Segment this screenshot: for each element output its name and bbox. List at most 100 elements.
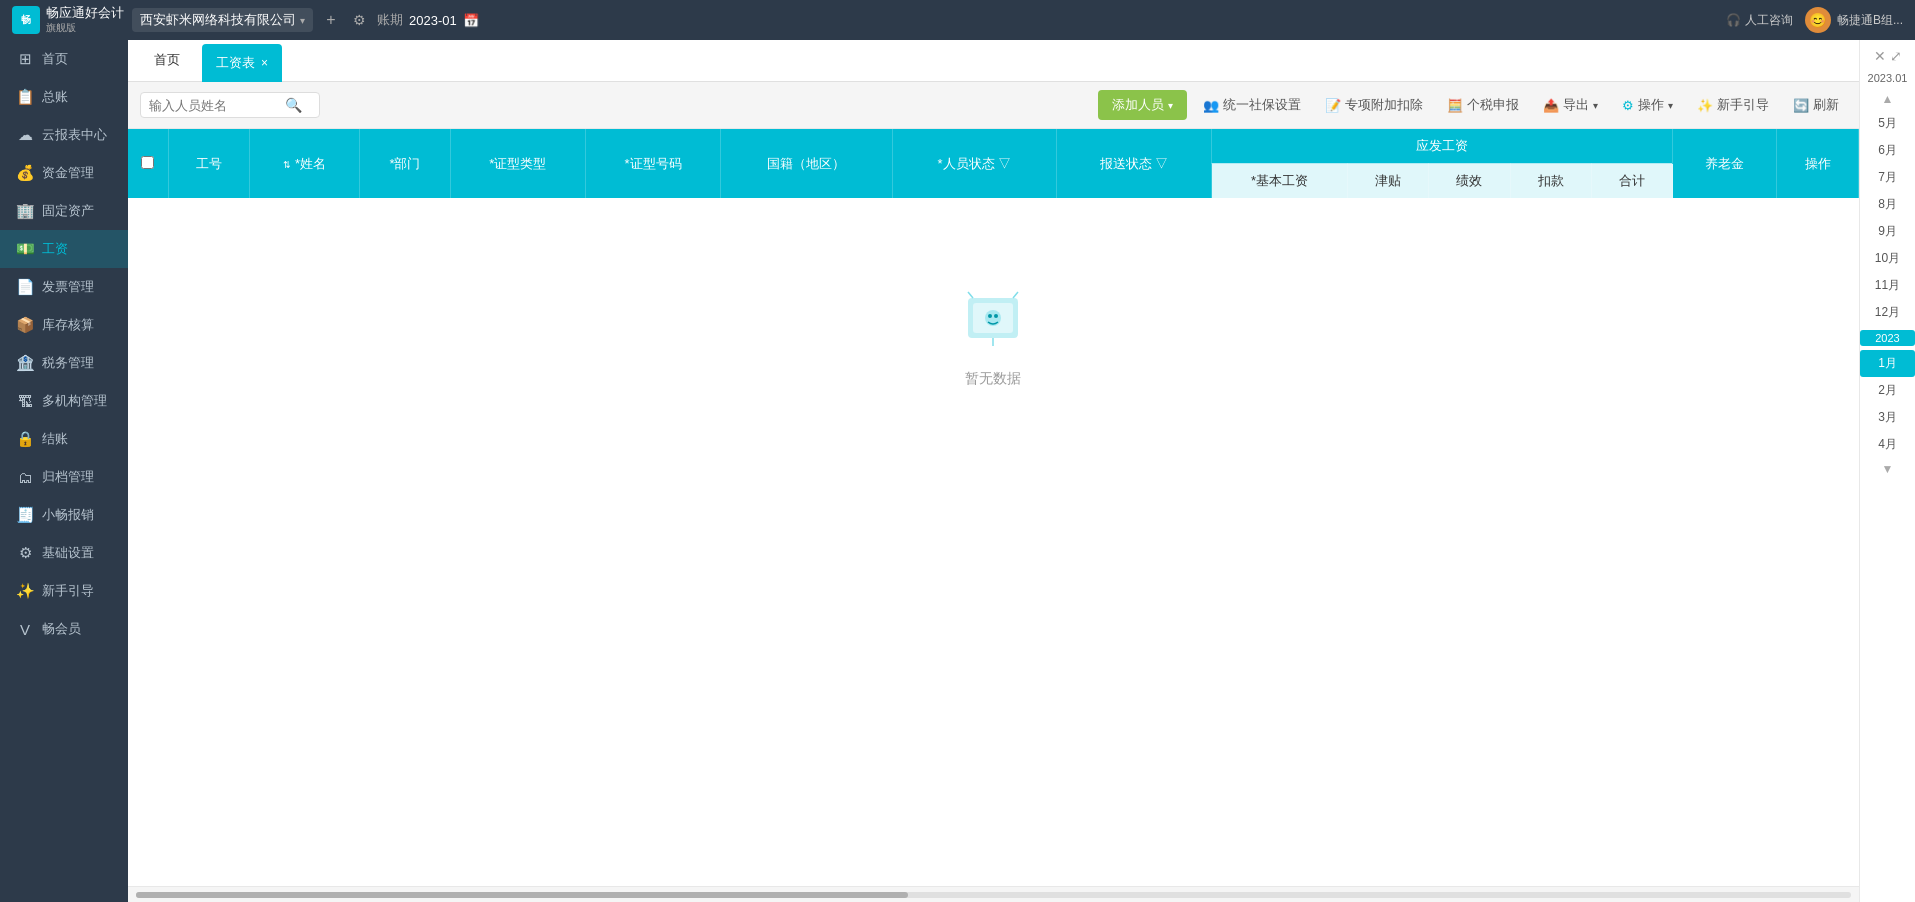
period-month-5[interactable]: 5月	[1860, 110, 1915, 137]
service-label: 人工咨询	[1745, 12, 1793, 29]
inventory-icon: 📦	[16, 316, 34, 334]
tab-salary[interactable]: 工资表 ×	[202, 44, 282, 82]
sidebar-item-salary[interactable]: 💵 工资	[0, 230, 128, 268]
tab-home[interactable]: 首页	[140, 40, 194, 82]
sidebar-label-basic-settings: 基础设置	[42, 544, 94, 562]
filter-icon[interactable]: ▽	[998, 156, 1011, 171]
tax-icon: 🏦	[16, 354, 34, 372]
refresh-button[interactable]: 🔄 刷新	[1785, 91, 1847, 119]
user-area[interactable]: 😊 畅捷通B组...	[1805, 7, 1903, 33]
expense-icon: 🧾	[16, 506, 34, 524]
export-button[interactable]: 📤 导出 ▾	[1535, 91, 1606, 119]
sidebar-label-inventory: 库存核算	[42, 316, 94, 334]
th-name: ⇅ *姓名	[249, 129, 359, 198]
sidebar-item-ledger[interactable]: 📋 总账	[0, 78, 128, 116]
period-scroll-down[interactable]: ▼	[1860, 458, 1915, 480]
sidebar-item-member[interactable]: V 畅会员	[0, 610, 128, 648]
guide-button[interactable]: ✨ 新手引导	[1689, 91, 1777, 119]
th-checkbox[interactable]	[128, 129, 168, 198]
tab-close-button[interactable]: ×	[261, 56, 268, 70]
period-month-2023-1[interactable]: 1月	[1860, 350, 1915, 377]
tab-bar: 首页 工资表 ×	[128, 40, 1859, 82]
period-month-10[interactable]: 10月	[1860, 245, 1915, 272]
home-icon: ⊞	[16, 50, 34, 68]
multi-org-icon: 🏗	[16, 393, 34, 410]
period-month-2023-4[interactable]: 4月	[1860, 431, 1915, 458]
th-deduction: 扣款	[1510, 164, 1591, 199]
period-month-12[interactable]: 12月	[1860, 299, 1915, 326]
refresh-icon: 🔄	[1793, 98, 1809, 113]
panel-expand-button[interactable]: ⤢	[1890, 48, 1902, 64]
period-month-9[interactable]: 9月	[1860, 218, 1915, 245]
search-wrapper: 🔍	[140, 92, 320, 118]
refresh-label: 刷新	[1813, 96, 1839, 114]
add-company-button[interactable]: +	[321, 10, 341, 30]
sidebar-label-salary: 工资	[42, 240, 68, 258]
header-left: 畅 畅应通好会计 旗舰版 西安虾米网络科技有限公司 ▾ + ⚙ 账期 2023-…	[12, 5, 479, 35]
period-month-8[interactable]: 8月	[1860, 191, 1915, 218]
sidebar-item-multi-org[interactable]: 🏗 多机构管理	[0, 382, 128, 420]
add-person-chevron-icon: ▾	[1168, 100, 1173, 111]
guide-label: 新手引导	[1717, 96, 1769, 114]
sidebar-label-tax: 税务管理	[42, 354, 94, 372]
header-right: 🎧 人工咨询 😊 畅捷通B组...	[1726, 7, 1903, 33]
operations-chevron-icon: ▾	[1668, 100, 1673, 111]
user-name: 畅捷通B组...	[1837, 12, 1903, 29]
operations-icon: ⚙	[1622, 98, 1634, 113]
sidebar-item-fixed-assets[interactable]: 🏢 固定资产	[0, 192, 128, 230]
sidebar-label-fixed-assets: 固定资产	[42, 202, 94, 220]
sidebar-item-cloud-reports[interactable]: ☁ 云报表中心	[0, 116, 128, 154]
social-setting-icon: 👥	[1203, 98, 1219, 113]
sidebar-item-archive[interactable]: 🗂 归档管理	[0, 458, 128, 496]
table-body: 暂无数据	[128, 198, 1859, 468]
period-month-11[interactable]: 11月	[1860, 272, 1915, 299]
period-month-2023-2[interactable]: 2月	[1860, 377, 1915, 404]
basic-settings-icon: ⚙	[16, 544, 34, 562]
svg-line-5	[968, 292, 973, 298]
th-employee-no: 工号	[168, 129, 249, 198]
cloud-icon: ☁	[16, 126, 34, 144]
period-scroll-up[interactable]: ▲	[1860, 88, 1915, 110]
sidebar-item-invoice[interactable]: 📄 发票管理	[0, 268, 128, 306]
invoice-icon: 📄	[16, 278, 34, 296]
sidebar-label-home: 首页	[42, 50, 68, 68]
sidebar-item-basic-settings[interactable]: ⚙ 基础设置	[0, 534, 128, 572]
period-month-6[interactable]: 6月	[1860, 137, 1915, 164]
main-layout: ⊞ 首页 📋 总账 ☁ 云报表中心 💰 资金管理 🏢 固定资产 💵 工资 📄 发…	[0, 40, 1915, 902]
scroll-thumb[interactable]	[136, 892, 908, 898]
sidebar-label-close-account: 结账	[42, 430, 68, 448]
tax-declaration-button[interactable]: 🧮 个税申报	[1439, 91, 1527, 119]
service-button[interactable]: 🎧 人工咨询	[1726, 12, 1793, 29]
export-label: 导出	[1563, 96, 1589, 114]
svg-line-6	[1013, 292, 1018, 298]
panel-close-button[interactable]: ✕	[1874, 48, 1886, 64]
add-person-button[interactable]: 添加人员 ▾	[1098, 90, 1187, 120]
sidebar-item-close-account[interactable]: 🔒 结账	[0, 420, 128, 458]
th-allowance: 津贴	[1347, 164, 1428, 199]
top-header: 畅 畅应通好会计 旗舰版 西安虾米网络科技有限公司 ▾ + ⚙ 账期 2023-…	[0, 0, 1915, 40]
empty-state: 暂无数据	[128, 198, 1859, 468]
special-deduction-button[interactable]: 📝 专项附加扣除	[1317, 91, 1431, 119]
social-setting-button[interactable]: 👥 统一社保设置	[1195, 91, 1309, 119]
th-id-type: *证型类型	[450, 129, 585, 198]
tab-home-label: 首页	[154, 51, 180, 69]
sidebar-item-fund-management[interactable]: 💰 资金管理	[0, 154, 128, 192]
scroll-bar-area	[128, 886, 1859, 902]
settings-icon[interactable]: ⚙	[349, 10, 369, 30]
period-month-7[interactable]: 7月	[1860, 164, 1915, 191]
calendar-icon[interactable]: 📅	[463, 13, 479, 28]
sidebar-item-tax[interactable]: 🏦 税务管理	[0, 344, 128, 382]
add-person-label: 添加人员	[1112, 96, 1164, 114]
sidebar-item-inventory[interactable]: 📦 库存核算	[0, 306, 128, 344]
sidebar-item-guide[interactable]: ✨ 新手引导	[0, 572, 128, 610]
more-operations-button[interactable]: ⚙ 操作 ▾	[1614, 91, 1681, 119]
company-selector[interactable]: 西安虾米网络科技有限公司 ▾	[132, 8, 313, 32]
report-filter-icon[interactable]: ▽	[1155, 156, 1168, 171]
tab-salary-label: 工资表	[216, 54, 255, 72]
table-container: 工号 ⇅ *姓名 *部门 *证型类型 *证型号码 国籍（地区） *人员状态 ▽ …	[128, 129, 1859, 886]
period-month-2023-3[interactable]: 3月	[1860, 404, 1915, 431]
sidebar-item-home[interactable]: ⊞ 首页	[0, 40, 128, 78]
select-all-checkbox[interactable]	[141, 156, 154, 169]
search-input[interactable]	[149, 98, 279, 113]
sidebar-item-expense[interactable]: 🧾 小畅报销	[0, 496, 128, 534]
